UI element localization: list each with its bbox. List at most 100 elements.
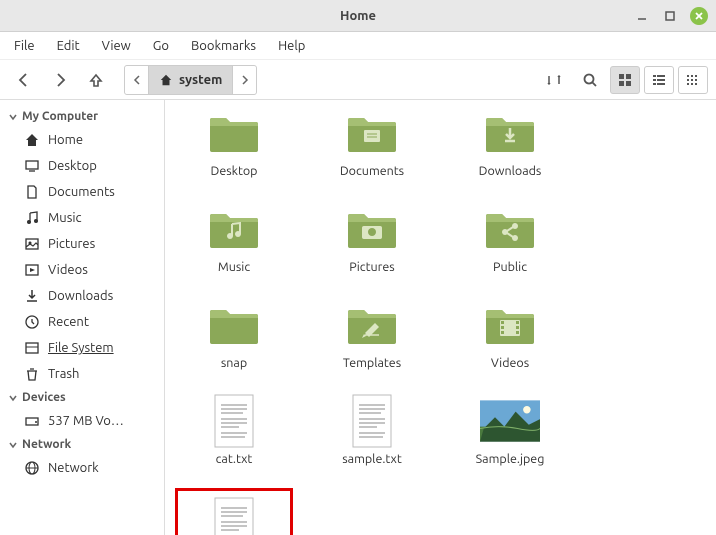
file-grid: Desktop Documents Downloads Music Pictures Pu… (175, 104, 706, 535)
sidebar-item[interactable]: Videos (0, 257, 164, 283)
file-item[interactable]: cat.txt (175, 392, 293, 470)
compact-view-button[interactable] (678, 66, 708, 94)
download-icon (24, 288, 40, 304)
sidebar-section-label: My Computer (22, 110, 98, 123)
menu-file[interactable]: File (4, 35, 45, 57)
list-view-button[interactable] (644, 66, 674, 94)
folder-item[interactable]: Public (451, 200, 569, 278)
titlebar: Home (0, 0, 716, 32)
menubar: File Edit View Go Bookmarks Help (0, 32, 716, 60)
sidebar-item-label: Recent (48, 315, 89, 329)
menu-edit[interactable]: Edit (47, 35, 90, 57)
item-label: Documents (340, 164, 404, 178)
menu-view[interactable]: View (92, 35, 141, 57)
sidebar-section-header[interactable]: Network (0, 434, 164, 455)
item-label: Videos (491, 356, 529, 370)
item-label: Templates (343, 356, 401, 370)
path-segment-label: system (179, 73, 222, 87)
network-icon (24, 460, 40, 476)
file-item[interactable]: Sample.jpeg (451, 392, 569, 470)
trash-icon (24, 366, 40, 382)
sidebar-item[interactable]: Desktop (0, 153, 164, 179)
toggle-location-button[interactable] (538, 64, 570, 96)
folder-item[interactable]: snap (175, 296, 293, 374)
sidebar-item[interactable]: Music (0, 205, 164, 231)
sidebar-section-header[interactable]: Devices (0, 387, 164, 408)
folder-item[interactable]: Templates (313, 296, 431, 374)
item-label: Pictures (349, 260, 394, 274)
folder-item[interactable]: Documents (313, 104, 431, 182)
sidebar-item[interactable]: Downloads (0, 283, 164, 309)
path-next-button[interactable] (232, 66, 256, 94)
item-label: sample.txt (342, 452, 402, 466)
sidebar-item[interactable]: Pictures (0, 231, 164, 257)
item-label: Public (493, 260, 527, 274)
close-button[interactable] (690, 7, 708, 25)
home-icon (24, 132, 40, 148)
chevron-down-icon (8, 112, 18, 122)
sidebar-item-label: Trash (48, 367, 79, 381)
path-prev-button[interactable] (125, 66, 149, 94)
text-file-icon (342, 396, 402, 446)
back-button[interactable] (8, 64, 40, 96)
sidebar: My Computer Home Desktop Documents Music Pict… (0, 100, 165, 535)
folder-icon (342, 300, 402, 350)
picture-icon (24, 236, 40, 252)
music-icon (24, 210, 40, 226)
sidebar-item-label: Pictures (48, 237, 95, 251)
sidebar-item[interactable]: File System (0, 335, 164, 361)
folder-item[interactable]: Pictures (313, 200, 431, 278)
folder-item[interactable]: Downloads (451, 104, 569, 182)
chevron-down-icon (8, 393, 18, 403)
window-title: Home (340, 9, 376, 23)
content-area[interactable]: Desktop Documents Downloads Music Pictures Pu… (165, 100, 716, 535)
folder-item[interactable]: Music (175, 200, 293, 278)
item-label: snap (221, 356, 247, 370)
text-file-icon (204, 396, 264, 446)
sidebar-section-header[interactable]: My Computer (0, 106, 164, 127)
item-label: Downloads (479, 164, 542, 178)
video-icon (24, 262, 40, 278)
sidebar-item-label: Downloads (48, 289, 113, 303)
sidebar-item-label: Home (48, 133, 83, 147)
sidebar-item-label: Network (48, 461, 99, 475)
minimize-button[interactable] (634, 8, 650, 24)
desktop-icon (24, 158, 40, 174)
sidebar-item[interactable]: Trash (0, 361, 164, 387)
chevron-down-icon (8, 440, 18, 450)
maximize-button[interactable] (662, 8, 678, 24)
sidebar-section-label: Network (22, 438, 71, 451)
file-item[interactable]: sample.txt (313, 392, 431, 470)
folder-icon (480, 108, 540, 158)
sidebar-item[interactable]: Documents (0, 179, 164, 205)
search-button[interactable] (574, 64, 606, 96)
up-button[interactable] (80, 64, 112, 96)
menu-bookmarks[interactable]: Bookmarks (181, 35, 266, 57)
path-segment[interactable]: system (149, 66, 232, 94)
window-controls (634, 7, 708, 25)
file-item[interactable]: test.txt (175, 488, 293, 535)
sidebar-item-label: 537 MB Vo… (48, 414, 124, 428)
toolbar: system (0, 60, 716, 100)
sidebar-item-label: Documents (48, 185, 115, 199)
sidebar-item-label: Music (48, 211, 82, 225)
sidebar-item[interactable]: Recent (0, 309, 164, 335)
file-icon (24, 184, 40, 200)
menu-go[interactable]: Go (143, 35, 179, 57)
folder-item[interactable]: Videos (451, 296, 569, 374)
folder-icon (480, 204, 540, 254)
folder-icon (480, 300, 540, 350)
item-label: cat.txt (216, 452, 253, 466)
recent-icon (24, 314, 40, 330)
sidebar-section-label: Devices (22, 391, 66, 404)
image-thumbnail-icon (480, 396, 540, 446)
forward-button[interactable] (44, 64, 76, 96)
sidebar-item[interactable]: Network (0, 455, 164, 481)
sidebar-item[interactable]: 537 MB Vo… (0, 408, 164, 434)
folder-item[interactable]: Desktop (175, 104, 293, 182)
sidebar-item-label: Desktop (48, 159, 97, 173)
sidebar-item[interactable]: Home (0, 127, 164, 153)
menu-help[interactable]: Help (268, 35, 315, 57)
drive-icon (24, 413, 40, 429)
icon-view-button[interactable] (610, 66, 640, 94)
